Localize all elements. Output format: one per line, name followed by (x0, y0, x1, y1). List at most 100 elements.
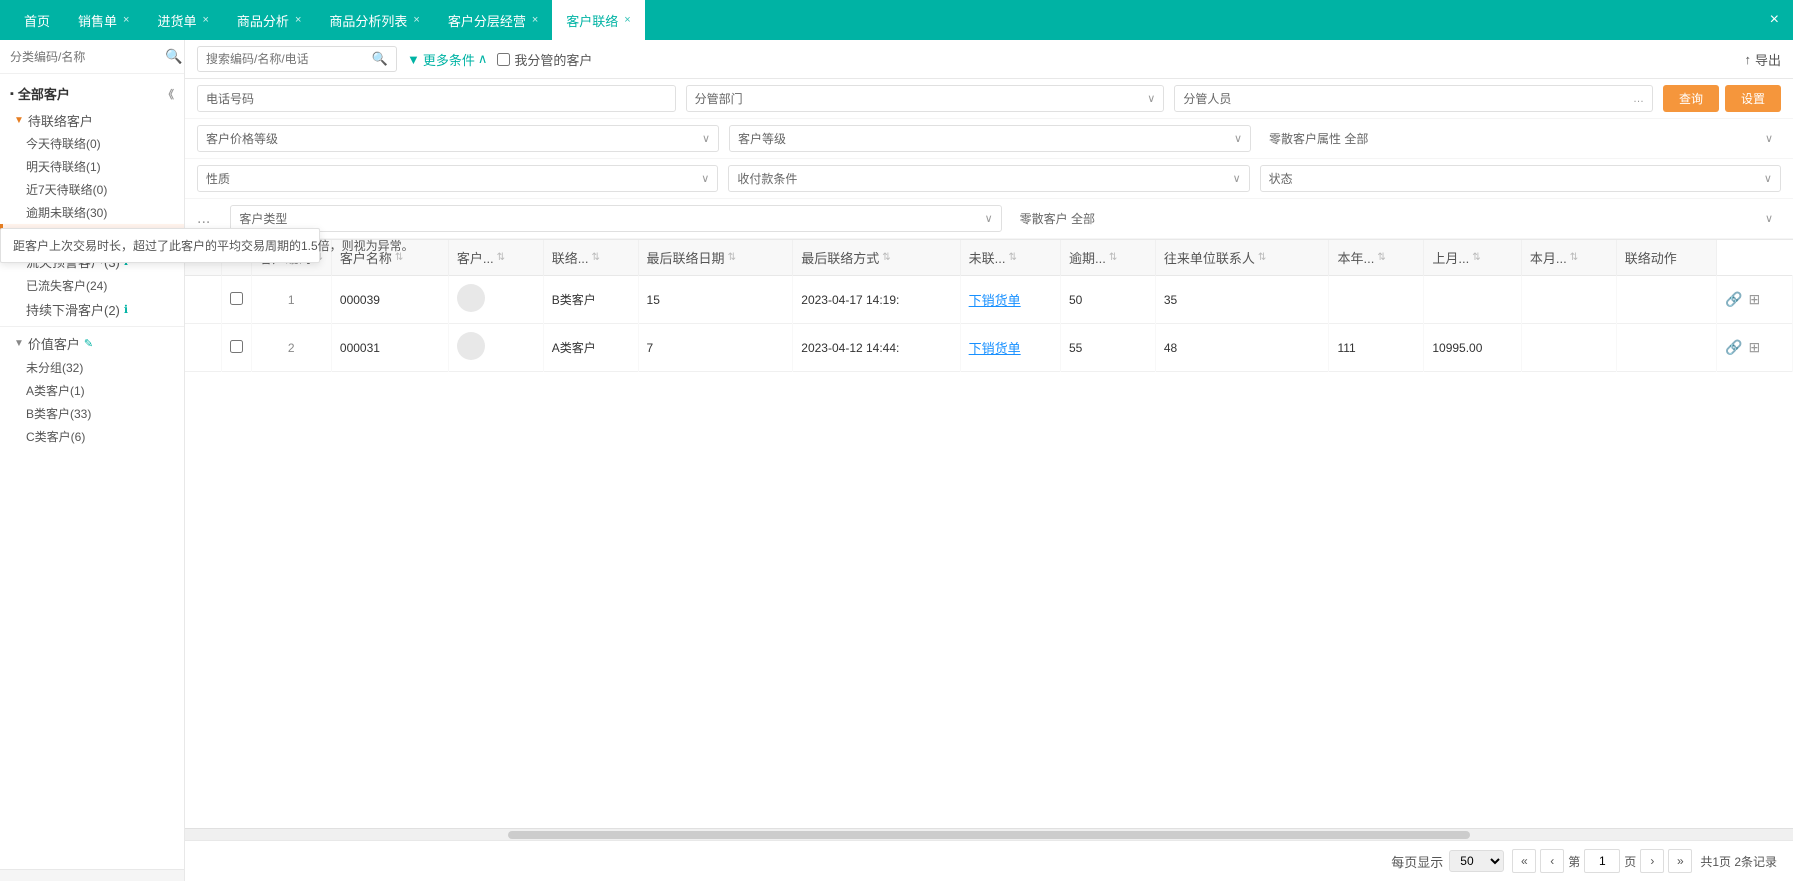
col-contact-count[interactable]: 联络... ⇅ (543, 240, 638, 276)
nav-close-sales[interactable]: × (123, 14, 129, 26)
sidebar-a-class[interactable]: A类客户(1) (0, 379, 184, 402)
nav-purchase[interactable]: 进货单 × (143, 0, 222, 40)
sidebar-tomorrow-pending[interactable]: 明天待联络(1) (0, 155, 184, 178)
row2-checkbox-cell[interactable] (221, 324, 251, 372)
main-search-input[interactable] (206, 52, 366, 66)
status-field[interactable]: 状态 ∨ (1260, 165, 1781, 192)
manager-dots[interactable]: … (1633, 93, 1644, 105)
row1-link-icon[interactable]: 🔗 (1725, 291, 1742, 308)
edit-icon[interactable]: ✎ (84, 337, 93, 350)
my-customers-checkbox[interactable]: 我分管的客户 (497, 50, 592, 69)
nav-sales[interactable]: 销售单 × (64, 0, 143, 40)
row2-actions: 🔗 ⊞ (1725, 339, 1784, 356)
expand-icon: ▪ (10, 88, 14, 100)
nav-close-product-list[interactable]: × (413, 14, 419, 26)
sidebar-declining[interactable]: 持续下滑客户(2) ℹ (0, 297, 184, 322)
col-this-year[interactable]: 本年... ⇅ (1329, 240, 1424, 276)
col-last-month[interactable]: 上月... ⇅ (1424, 240, 1522, 276)
nav-close-customer-contact[interactable]: × (624, 14, 630, 26)
row2-grid-icon[interactable]: ⊞ (1749, 339, 1761, 356)
horizontal-scrollbar[interactable] (185, 828, 1793, 840)
price-level-field[interactable]: 客户价格等级 ∨ (197, 125, 719, 152)
first-page-btn[interactable]: « (1512, 849, 1536, 873)
sidebar-value-group[interactable]: ▼ 价值客户 ✎ (0, 331, 184, 356)
row1-checkbox-cell[interactable] (221, 276, 251, 324)
window-close-icon[interactable]: × (1770, 11, 1779, 29)
total-info: 共1页 2条记录 (1700, 853, 1777, 870)
sidebar-overdue[interactable]: 逾期未联络(30) (0, 201, 184, 224)
retail-attribute-field[interactable]: 零散客户属性 全部 ∨ (1261, 126, 1781, 151)
sidebar-collapse-icon[interactable]: 《 (163, 86, 174, 102)
status-chevron: ∨ (1764, 172, 1772, 185)
nav-home[interactable]: 首页 (10, 0, 64, 40)
nav-close-product-analysis[interactable]: × (295, 14, 301, 26)
table-row: 2 000031 A类客户 7 2023-04-12 14:44: 下销货单 5… (185, 324, 1793, 372)
row2-this-year: 10995.00 (1424, 324, 1522, 372)
sidebar-search-input[interactable] (10, 50, 165, 64)
main-search-icon[interactable]: 🔍 (372, 51, 388, 67)
col-not-contacted[interactable]: 未联... ⇅ (960, 240, 1060, 276)
row2-num: 2 (251, 324, 331, 372)
last-page-btn[interactable]: » (1668, 849, 1692, 873)
sidebar-all-customers[interactable]: ▪ 全部客户 《 (0, 80, 184, 107)
scroll-thumb[interactable] (508, 831, 1470, 839)
more-conditions-btn[interactable]: ▼ 更多条件 ∧ (407, 50, 487, 69)
row2-unit-contact: 111 (1329, 324, 1424, 372)
col-overdue[interactable]: 逾期... ⇅ (1061, 240, 1156, 276)
next-page-btn[interactable]: › (1640, 849, 1664, 873)
col-this-month[interactable]: 本月... ⇅ (1521, 240, 1616, 276)
row2-link-icon[interactable]: 🔗 (1725, 339, 1742, 356)
col-unit-contact[interactable]: 往来单位联系人 ⇅ (1155, 240, 1329, 276)
nav-customer-contact[interactable]: 客户联络 × (552, 0, 644, 40)
page-navigation: « ‹ 第 页 › » (1512, 849, 1692, 873)
nav-customer-tier[interactable]: 客户分层经营 × (434, 0, 552, 40)
settings-button[interactable]: 设置 (1725, 85, 1781, 112)
customer-table: ⚙ 客户编码 ⇅ 客户名称 (185, 240, 1793, 372)
my-customers-check[interactable] (497, 53, 510, 66)
row2-last-method[interactable]: 下销货单 (960, 324, 1060, 372)
page-input[interactable] (1584, 849, 1620, 873)
row2-last-month (1521, 324, 1616, 372)
table-header-row: ⚙ 客户编码 ⇅ 客户名称 (185, 240, 1793, 276)
nav-close-purchase[interactable]: × (202, 14, 208, 26)
action-buttons: 查询 设置 (1663, 85, 1781, 112)
sidebar-c-class[interactable]: C类客户(6) (0, 425, 184, 448)
col-last-contact-date[interactable]: 最后联络日期 ⇅ (638, 240, 793, 276)
per-page-select[interactable]: 50 20 100 (1449, 850, 1504, 872)
customer-level-field[interactable]: 客户等级 ∨ (729, 125, 1251, 152)
export-button[interactable]: ↑ 导出 (1744, 50, 1781, 69)
main-search-box[interactable]: 🔍 (197, 46, 397, 72)
sidebar-pending-contact[interactable]: ▼ 待联络客户 (0, 107, 184, 132)
nature-field[interactable]: 性质 ∨ (197, 165, 718, 192)
row2-checkbox[interactable] (230, 340, 243, 353)
customer-type-field[interactable]: 客户类型 ∨ (230, 205, 1001, 232)
col-last-contact-method[interactable]: 最后联络方式 ⇅ (793, 240, 960, 276)
row2-overdue: 48 (1155, 324, 1329, 372)
sidebar-b-class[interactable]: B类客户(33) (0, 402, 184, 425)
row1-checkbox[interactable] (230, 292, 243, 305)
row1-last-method[interactable]: 下销货单 (960, 276, 1060, 324)
sidebar-unclassified[interactable]: 未分组(32) (0, 356, 184, 379)
retail-customer-field[interactable]: 零散客户 全部 ∨ (1012, 206, 1781, 231)
sidebar-churned[interactable]: 已流失客户(24) (0, 274, 184, 297)
more-filters-dots[interactable]: ... (197, 210, 210, 228)
retail-attr-chevron: ∨ (1765, 132, 1773, 145)
sidebar-search-bar: 🔍 (0, 40, 184, 74)
department-field[interactable]: 分管部门 ∨ (686, 85, 1165, 112)
per-page-selector: 每页显示 50 20 100 (1391, 850, 1504, 872)
query-button[interactable]: 查询 (1663, 85, 1719, 112)
prev-page-btn[interactable]: ‹ (1540, 849, 1564, 873)
sidebar-7day-pending[interactable]: 近7天待联络(0) (0, 178, 184, 201)
nav-close-customer-tier[interactable]: × (532, 14, 538, 26)
sidebar-today-pending[interactable]: 今天待联络(0) (0, 132, 184, 155)
manager-field[interactable]: 分管人员 … (1174, 85, 1653, 112)
payment-terms-field[interactable]: 收付款条件 ∨ (728, 165, 1249, 192)
nav-product-list[interactable]: 商品分析列表 × (315, 0, 433, 40)
nav-product-analysis[interactable]: 商品分析 × (223, 0, 315, 40)
col-customer-class[interactable]: 客户... ⇅ (448, 240, 543, 276)
row1-grid-icon[interactable]: ⊞ (1749, 291, 1761, 308)
sidebar-search-icon[interactable]: 🔍 (165, 48, 182, 65)
phone-field[interactable]: 电话号码 (197, 85, 676, 112)
row2-code: 000031 (331, 324, 448, 372)
row1-overdue: 35 (1155, 276, 1329, 324)
